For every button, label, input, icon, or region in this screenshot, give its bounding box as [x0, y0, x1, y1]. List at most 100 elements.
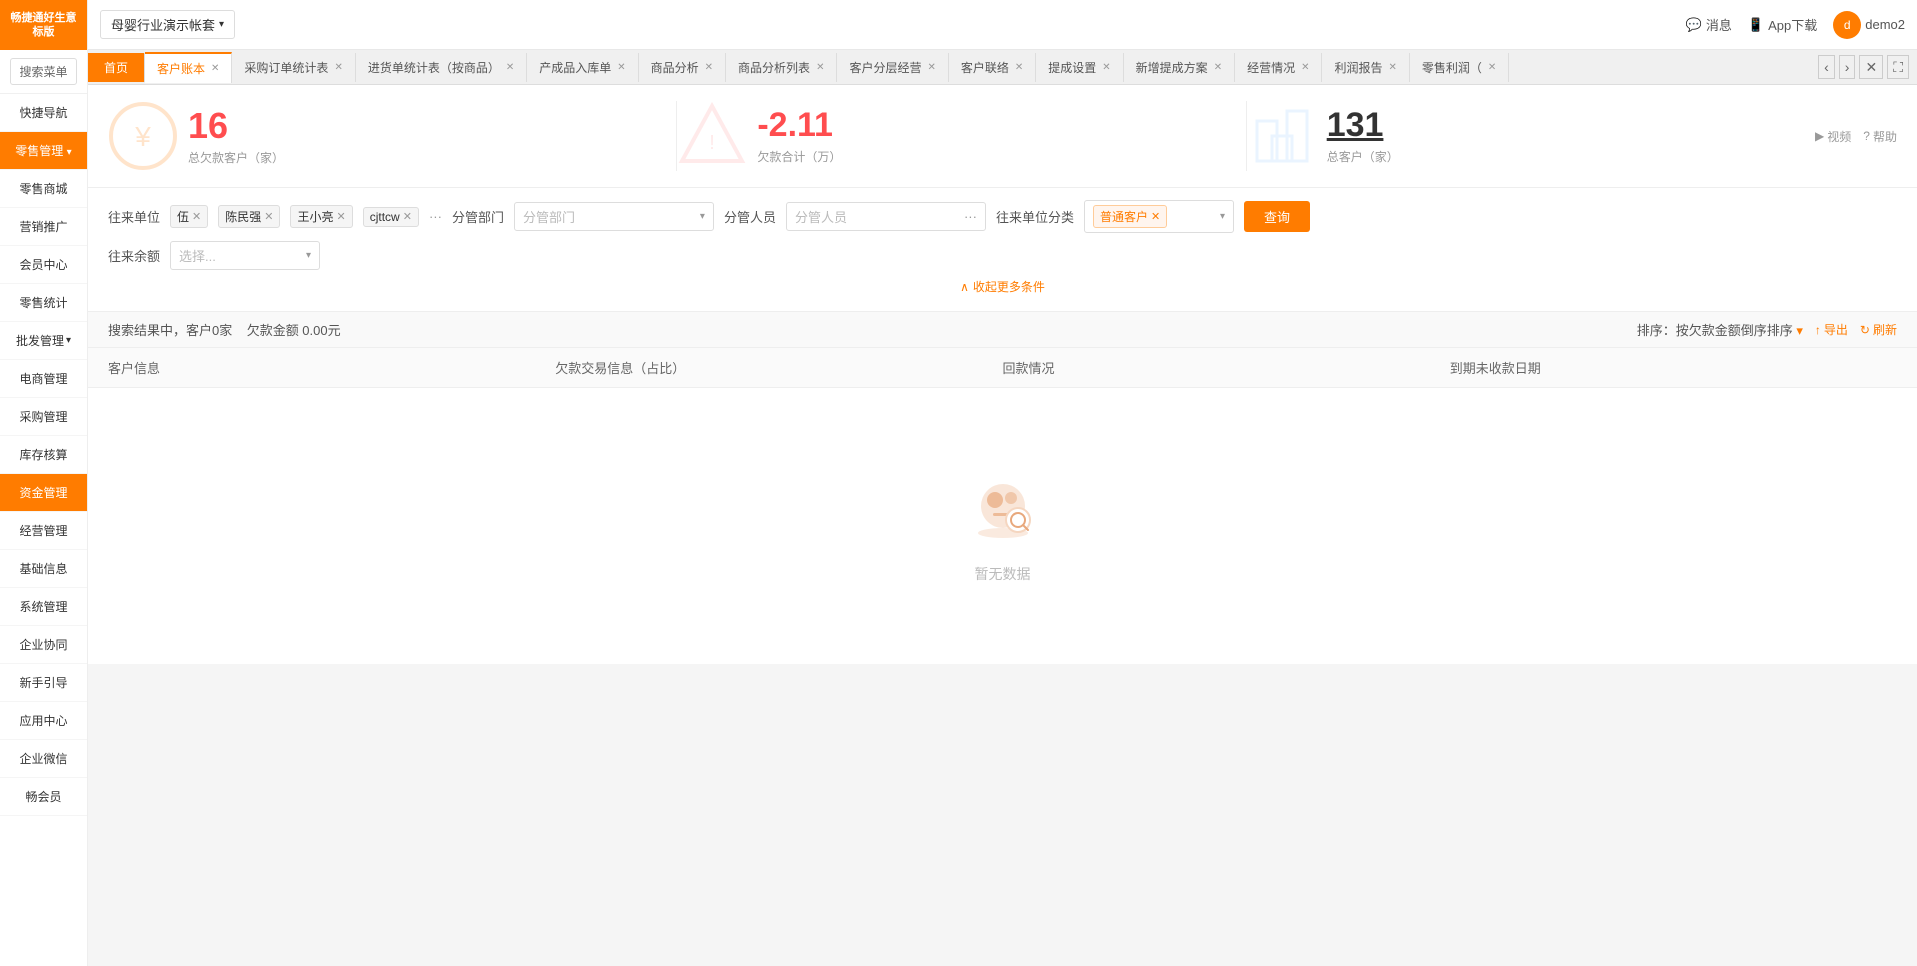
- more-options-icon[interactable]: ···: [964, 209, 977, 224]
- video-help-button[interactable]: ▶ 视频: [1815, 128, 1851, 145]
- tab-close-icon[interactable]: ✕: [211, 63, 219, 74]
- page-content: ¥ 16 总欠款客户（家） ! -2.11 欠款合计（万）: [88, 85, 1917, 966]
- sidebar-item-operations[interactable]: 经营管理: [0, 512, 87, 550]
- sidebar-item-retail[interactable]: 零售管理 ▾: [0, 132, 87, 170]
- sidebar-item-ecommerce[interactable]: 电商管理: [0, 360, 87, 398]
- collapse-filter-button[interactable]: ∧ 收起更多条件: [960, 278, 1045, 295]
- stat-label-amount: 欠款合计（万）: [757, 148, 841, 165]
- sidebar-item-app-center[interactable]: 应用中心: [0, 702, 87, 740]
- filter-tag-close-chen[interactable]: ✕: [264, 210, 273, 223]
- tab-close-icon[interactable]: ✕: [1301, 62, 1309, 73]
- balance-filter-select[interactable]: 选择... ▾: [170, 241, 320, 270]
- category-filter-select[interactable]: 普通客户 ✕ ▾: [1084, 200, 1234, 233]
- tab-customer-ledger[interactable]: 客户账本 ✕: [145, 52, 232, 83]
- tab-fullscreen-button[interactable]: ⛶: [1887, 55, 1909, 79]
- tab-commission-settings[interactable]: 提成设置 ✕: [1036, 53, 1123, 82]
- person-filter-select[interactable]: 分管人员 ···: [786, 202, 986, 231]
- tab-product-inbound[interactable]: 产成品入库单 ✕: [527, 53, 638, 82]
- sidebar-item-newbie[interactable]: 新手引导: [0, 664, 87, 702]
- user-avatar-button[interactable]: d demo2: [1833, 11, 1905, 39]
- sidebar-item-quick-nav[interactable]: 快捷导航: [0, 94, 87, 132]
- stat-icon-2: !: [677, 101, 747, 171]
- stat-icon-3: [1247, 101, 1317, 171]
- tab-product-analysis-list[interactable]: 商品分析列表 ✕: [726, 53, 837, 82]
- tab-scroll-right-button[interactable]: ›: [1839, 55, 1856, 79]
- sidebar-item-inventory[interactable]: 库存核算: [0, 436, 87, 474]
- tab-close-icon[interactable]: ✕: [334, 62, 342, 73]
- tab-close-all-button[interactable]: ✕: [1859, 55, 1883, 79]
- filter-tag-close-wang[interactable]: ✕: [337, 210, 346, 223]
- empty-state: 暂无数据: [88, 388, 1917, 664]
- stat-help: ▶ 视频 ? 帮助: [1815, 128, 1897, 145]
- sidebar-item-basic-info[interactable]: 基础信息: [0, 550, 87, 588]
- filter-tag-close-cjttcw[interactable]: ✕: [403, 210, 412, 223]
- app-download-button[interactable]: 📱 App下载: [1748, 15, 1817, 34]
- tab-home[interactable]: 首页: [88, 53, 145, 82]
- sidebar-item-system[interactable]: 系统管理: [0, 588, 87, 626]
- sidebar-item-marketing[interactable]: 营销推广: [0, 208, 87, 246]
- help-button[interactable]: ? 帮助: [1863, 128, 1897, 145]
- tab-purchase-order-stats[interactable]: 采购订单统计表 ✕: [232, 53, 355, 82]
- sidebar-item-label: 库存核算: [19, 448, 67, 462]
- table-col-header-4: 到期未收款日期: [1450, 358, 1897, 377]
- sidebar-item-label: 经营管理: [19, 524, 67, 538]
- message-button[interactable]: 💬 消息: [1686, 15, 1732, 34]
- dept-select-placeholder: 分管部门: [523, 207, 575, 226]
- tab-close-icon[interactable]: ✕: [1389, 62, 1397, 73]
- dept-filter-select[interactable]: 分管部门 ▾: [514, 202, 714, 231]
- sidebar-item-label: 企业微信: [19, 752, 67, 766]
- sidebar-item-finance[interactable]: 资金管理: [0, 474, 87, 512]
- stat-label-total: 总客户（家）: [1327, 148, 1399, 165]
- sidebar-item-label: 零售商城: [19, 182, 67, 196]
- tab-operations[interactable]: 经营情况 ✕: [1235, 53, 1322, 82]
- tab-close-icon[interactable]: ✕: [1015, 62, 1023, 73]
- tab-product-analysis[interactable]: 商品分析 ✕: [639, 53, 726, 82]
- stat-content-1: 16 总欠款客户（家）: [188, 106, 284, 167]
- tab-purchase-stats-by-product[interactable]: 进货单统计表（按商品） ✕: [356, 53, 527, 82]
- sidebar-item-enterprise-wechat[interactable]: 企业微信: [0, 740, 87, 778]
- tab-scroll-left-button[interactable]: ‹: [1818, 55, 1835, 79]
- stat-icon-1: ¥: [108, 101, 178, 171]
- filter-tag-close-wu[interactable]: ✕: [192, 210, 201, 223]
- tab-home-label: 首页: [104, 59, 128, 76]
- sidebar-item-vip[interactable]: 畅会员: [0, 778, 87, 816]
- sidebar-item-purchase[interactable]: 采购管理: [0, 398, 87, 436]
- tab-add-commission[interactable]: 新增提成方案 ✕: [1124, 53, 1235, 82]
- sidebar-item-retail-stats[interactable]: 零售统计: [0, 284, 87, 322]
- tab-close-icon[interactable]: ✕: [506, 62, 514, 73]
- query-button[interactable]: 查询: [1244, 201, 1310, 232]
- stat-value-amount: -2.11: [757, 107, 841, 144]
- tab-close-icon[interactable]: ✕: [1214, 62, 1222, 73]
- amount-text: 欠款金额 0.00元: [247, 323, 341, 338]
- export-button[interactable]: ↑ 导出: [1815, 321, 1848, 338]
- tab-close-icon[interactable]: ✕: [927, 62, 935, 73]
- tab-close-icon[interactable]: ✕: [816, 62, 824, 73]
- tab-close-icon[interactable]: ✕: [705, 62, 713, 73]
- filter-more-tags-button[interactable]: ···: [429, 209, 442, 224]
- tab-close-icon[interactable]: ✕: [1102, 62, 1110, 73]
- tab-retail-profit[interactable]: 零售利润（ ✕: [1410, 53, 1509, 82]
- tabs-bar: 首页 客户账本 ✕ 采购订单统计表 ✕ 进货单统计表（按商品） ✕ 产成品入库单…: [88, 50, 1917, 85]
- category-tag-close[interactable]: ✕: [1151, 210, 1160, 223]
- tab-customer-contact[interactable]: 客户联络 ✕: [949, 53, 1036, 82]
- tab-label: 客户联络: [961, 59, 1009, 76]
- sidebar-item-label: 采购管理: [19, 410, 67, 424]
- table-header: 客户信息 欠款交易信息（占比） 回款情况 到期未收款日期: [88, 348, 1917, 388]
- sidebar-item-enterprise[interactable]: 企业协同: [0, 626, 87, 664]
- refresh-button[interactable]: ↻ 刷新: [1860, 321, 1897, 338]
- tab-profit-report[interactable]: 利润报告 ✕: [1322, 53, 1409, 82]
- sidebar-item-wholesale[interactable]: 批发管理 ▾: [0, 322, 87, 360]
- table-col-header-1: 客户信息: [108, 358, 555, 377]
- chevron-down-icon: ▾: [66, 335, 71, 346]
- chevron-down-icon[interactable]: ▾: [1796, 323, 1803, 338]
- account-selector[interactable]: 母婴行业演示帐套 ▾: [100, 10, 235, 39]
- search-menu-button[interactable]: 搜索菜单: [10, 58, 77, 85]
- sidebar-item-retail-mall[interactable]: 零售商城: [0, 170, 87, 208]
- account-name: 母婴行业演示帐套: [111, 15, 215, 34]
- sidebar-item-member[interactable]: 会员中心: [0, 246, 87, 284]
- tab-customer-segmentation[interactable]: 客户分层经营 ✕: [837, 53, 948, 82]
- message-label: 消息: [1706, 15, 1732, 34]
- tab-label: 客户分层经营: [849, 59, 921, 76]
- tab-close-icon[interactable]: ✕: [1488, 62, 1496, 73]
- tab-close-icon[interactable]: ✕: [617, 62, 625, 73]
